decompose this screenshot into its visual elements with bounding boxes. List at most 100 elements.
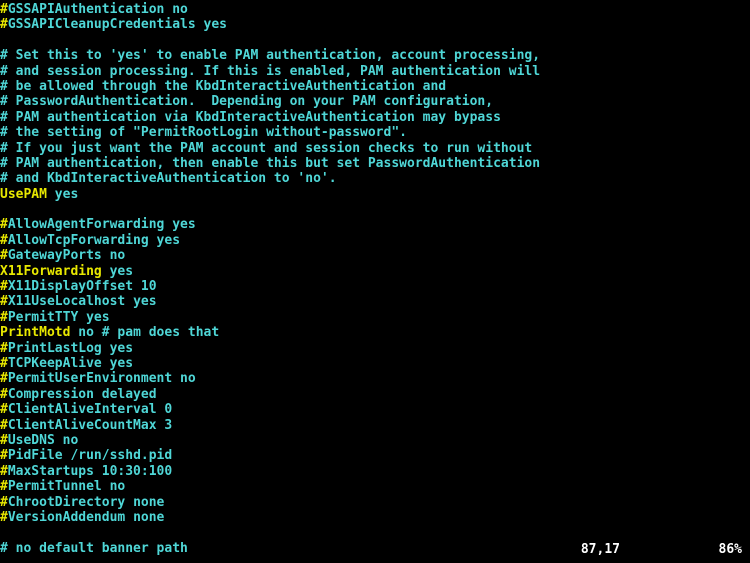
token-sharp: #	[0, 17, 8, 32]
token-value: yes	[110, 341, 133, 356]
editor-line[interactable]: # PasswordAuthentication. Depending on y…	[0, 94, 540, 109]
token-sharp: #	[0, 448, 8, 463]
editor-line[interactable]: #AllowAgentForwarding yes	[0, 217, 540, 232]
editor-line[interactable]: # If you just want the PAM account and s…	[0, 141, 540, 156]
token-value: /run/sshd.pid	[70, 448, 172, 463]
token-sharp: #	[0, 248, 8, 263]
editor-line[interactable]: #PermitTTY yes	[0, 310, 540, 325]
token-value: no	[110, 248, 126, 263]
token-key: ClientAliveInterval	[8, 402, 165, 417]
token-comment-hash: #	[0, 125, 16, 140]
token-sharp: #	[0, 310, 8, 325]
editor-line[interactable]: #PermitTunnel no	[0, 479, 540, 494]
token-sharp: #	[0, 279, 8, 294]
token-value: yes	[133, 294, 156, 309]
editor-line[interactable]: #Compression delayed	[0, 387, 540, 402]
token-sharp: #	[0, 294, 8, 309]
token-sharp: #	[0, 371, 8, 386]
token-key: GSSAPIAuthentication	[8, 2, 172, 17]
token-value-active: yes	[55, 187, 78, 202]
editor-line[interactable]: UsePAM yes	[0, 187, 540, 202]
editor-viewport[interactable]: #GSSAPIAuthentication no#GSSAPICleanupCr…	[0, 2, 540, 556]
token-value: none	[133, 510, 164, 525]
token-comment-text: be allowed through the KbdInteractiveAut…	[16, 79, 446, 94]
token-comment-text: PAM authentication via KbdInteractiveAut…	[16, 110, 501, 125]
editor-line[interactable]: X11Forwarding yes	[0, 264, 540, 279]
token-sharp: #	[0, 495, 8, 510]
token-key-active: UsePAM	[0, 187, 55, 202]
token-comment-hash: #	[0, 79, 16, 94]
editor-line[interactable]: #UseDNS no	[0, 433, 540, 448]
token-comment-text: and KbdInteractiveAuthentication to 'no'…	[16, 171, 337, 186]
token-sharp: #	[0, 402, 8, 417]
token-sharp: #	[0, 387, 8, 402]
token-value: 0	[164, 402, 172, 417]
token-value: 10	[141, 279, 157, 294]
token-comment-hash: #	[0, 94, 16, 109]
cursor-position: 87,17	[581, 542, 620, 557]
editor-line[interactable]: # PAM authentication via KbdInteractiveA…	[0, 110, 540, 125]
editor-line[interactable]: #GatewayPorts no	[0, 248, 540, 263]
editor-line[interactable]: #GSSAPIAuthentication no	[0, 2, 540, 17]
token-value: no	[172, 2, 188, 17]
editor-line[interactable]: #MaxStartups 10:30:100	[0, 464, 540, 479]
token-comment-hash: #	[102, 325, 118, 340]
token-comment-text: pam does that	[117, 325, 219, 340]
editor-line[interactable]: #AllowTcpForwarding yes	[0, 233, 540, 248]
editor-line[interactable]: #ClientAliveCountMax 3	[0, 418, 540, 433]
token-value: no	[63, 433, 79, 448]
editor-line[interactable]: # be allowed through the KbdInteractiveA…	[0, 79, 540, 94]
token-sharp: #	[0, 433, 8, 448]
token-value: 3	[164, 418, 172, 433]
token-key: PermitUserEnvironment	[8, 371, 180, 386]
scroll-percent: 86%	[719, 542, 742, 557]
token-comment-hash: #	[0, 156, 16, 171]
token-key: ChrootDirectory	[8, 495, 133, 510]
token-comment-hash: #	[0, 110, 16, 125]
editor-line[interactable]: # and KbdInteractiveAuthentication to 'n…	[0, 171, 540, 186]
editor-line[interactable]: #GSSAPICleanupCredentials yes	[0, 17, 540, 32]
token-value: yes	[110, 356, 133, 371]
token-key: PermitTTY	[8, 310, 86, 325]
token-key: VersionAddendum	[8, 510, 133, 525]
token-comment-text: PAM authentication, then enable this but…	[16, 156, 540, 171]
editor-line[interactable]: PrintMotd no # pam does that	[0, 325, 540, 340]
editor-line[interactable]: #ClientAliveInterval 0	[0, 402, 540, 417]
token-comment-text: If you just want the PAM account and ses…	[16, 141, 533, 156]
editor-line[interactable]: #ChrootDirectory none	[0, 495, 540, 510]
token-key: Compression	[8, 387, 102, 402]
token-sharp: #	[0, 341, 8, 356]
token-value: 10:30:100	[102, 464, 172, 479]
editor-line[interactable]: #TCPKeepAlive yes	[0, 356, 540, 371]
editor-line[interactable]: #PermitUserEnvironment no	[0, 371, 540, 386]
token-key: X11UseLocalhost	[8, 294, 133, 309]
editor-line[interactable]: # and session processing. If this is ena…	[0, 64, 540, 79]
editor-line[interactable]: #VersionAddendum none	[0, 510, 540, 525]
token-value: no	[110, 479, 126, 494]
token-sharp: #	[0, 479, 8, 494]
editor-line[interactable]: # the setting of "PermitRootLogin withou…	[0, 125, 540, 140]
editor-line[interactable]	[0, 202, 540, 217]
token-comment-hash: #	[0, 141, 16, 156]
editor-line[interactable]: #X11UseLocalhost yes	[0, 294, 540, 309]
token-key-active: PrintMotd	[0, 325, 78, 340]
token-key: GatewayPorts	[8, 248, 110, 263]
editor-line[interactable]: #PrintLastLog yes	[0, 341, 540, 356]
token-comment-hash: #	[0, 64, 16, 79]
token-sharp: #	[0, 233, 8, 248]
editor-line[interactable]: # PAM authentication, then enable this b…	[0, 156, 540, 171]
token-key: PermitTunnel	[8, 479, 110, 494]
editor-line[interactable]: #PidFile /run/sshd.pid	[0, 448, 540, 463]
token-key: ClientAliveCountMax	[8, 418, 165, 433]
token-comment-text: the setting of "PermitRootLogin without-…	[16, 125, 407, 140]
token-comment-hash: #	[0, 171, 16, 186]
editor-line[interactable]	[0, 33, 540, 48]
editor-line[interactable]: # Set this to 'yes' to enable PAM authen…	[0, 48, 540, 63]
editor-line[interactable]	[0, 525, 540, 540]
editor-line[interactable]: #X11DisplayOffset 10	[0, 279, 540, 294]
token-value-active: no	[78, 325, 101, 340]
token-value: no	[180, 371, 196, 386]
token-value: delayed	[102, 387, 157, 402]
token-sharp: #	[0, 418, 8, 433]
token-comment-text: PasswordAuthentication. Depending on you…	[16, 94, 493, 109]
